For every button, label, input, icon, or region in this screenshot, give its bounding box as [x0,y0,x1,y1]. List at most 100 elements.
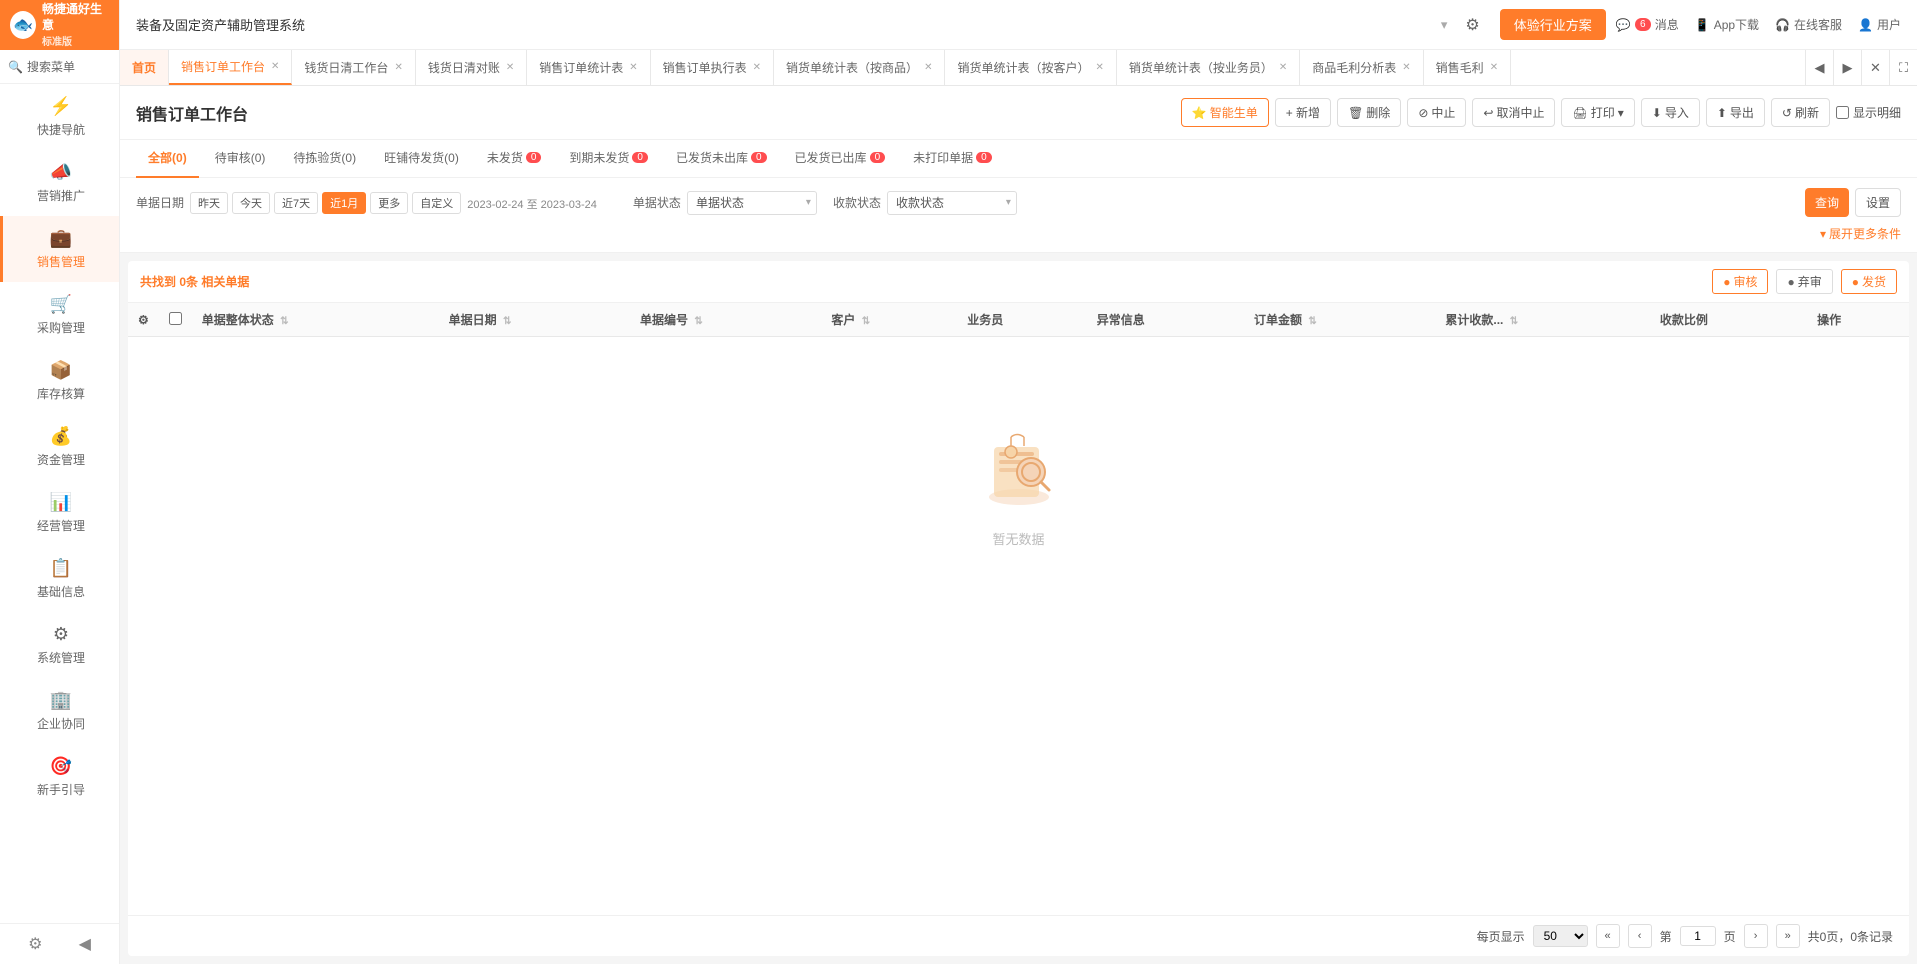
settings-icon[interactable]: ⚙ [28,934,42,954]
date-btn-7days[interactable]: 近7天 [274,192,318,214]
message-button[interactable]: 💬 6 消息 [1616,16,1679,33]
tab-close-icon[interactable]: ✕ [1490,62,1498,73]
export-button[interactable]: ⬆ 导出 [1706,98,1765,127]
tab-cash-daily[interactable]: 钱货日清工作台 ✕ [292,50,415,85]
app-download-button[interactable]: 📱 App下载 [1695,16,1759,33]
sidebar: 🐟 畅捷通好生意 标准版 🔍 搜索菜单 ⚡ 快捷导航 📣 营销推广 💼 销售管理… [0,0,120,964]
new-button[interactable]: + 新增 [1275,98,1331,127]
col-checkbox[interactable] [159,303,192,337]
sub-tab-wangpu-pending[interactable]: 旺铺待发货(0) [372,140,471,178]
page-input[interactable] [1680,926,1716,946]
tab-close-icon[interactable]: ✕ [924,62,932,73]
import-button[interactable]: ⬇ 导入 [1641,98,1700,127]
tab-close-all-button[interactable]: ✕ [1861,50,1889,86]
settings-button[interactable]: 设置 [1855,188,1901,217]
tab-close-icon[interactable]: ✕ [753,62,761,73]
sidebar-item-inventory[interactable]: 📦 库存核算 [0,348,119,414]
next-page-button[interactable]: › [1744,924,1768,948]
industry-solution-button[interactable]: 体验行业方案 [1500,9,1606,40]
first-page-button[interactable]: « [1596,924,1620,948]
col-settings-icon[interactable]: ⚙ [138,313,149,327]
tab-sales-stats-customer[interactable]: 销货单统计表（按客户） ✕ [945,50,1116,85]
payment-select[interactable]: 收款状态 [887,191,1017,215]
tab-sales-stats[interactable]: 销售订单统计表 ✕ [527,50,650,85]
sidebar-item-purchase[interactable]: 🛒 采购管理 [0,282,119,348]
tab-sales-stats-product[interactable]: 销货单统计表（按商品） ✕ [774,50,945,85]
review-button[interactable]: ● 审核 [1712,269,1768,294]
sidebar-item-guide[interactable]: 🎯 新手引导 [0,744,119,810]
sidebar-item-corp[interactable]: 🏢 企业协同 [0,678,119,744]
sub-tab-all[interactable]: 全部(0) [136,140,199,178]
tab-close-icon[interactable]: ✕ [394,62,402,73]
date-btn-more[interactable]: 更多 [370,192,408,214]
tab-close-icon[interactable]: ✕ [629,62,637,73]
tab-product-margin[interactable]: 商品毛利分析表 ✕ [1300,50,1423,85]
tab-next-button[interactable]: ▶ [1833,50,1861,86]
prev-page-button[interactable]: ‹ [1628,924,1652,948]
unreview-button[interactable]: ● 弃审 [1776,269,1832,294]
tab-close-icon[interactable]: ✕ [506,62,514,73]
sub-tab-not-printed[interactable]: 未打印单据0 [901,140,1004,178]
sidebar-item-marketing[interactable]: 📣 营销推广 [0,150,119,216]
sort-icon[interactable]: ⇅ [280,316,288,327]
online-service-button[interactable]: 🎧 在线客服 [1775,16,1842,33]
smart-create-button[interactable]: ⭐ 智能生单 [1181,98,1269,127]
print-button[interactable]: 🖨 打印 ▾ [1561,98,1634,127]
date-btn-today[interactable]: 今天 [232,192,270,214]
date-btn-custom[interactable]: 自定义 [412,192,461,214]
tab-close-icon[interactable]: ✕ [1095,62,1103,73]
sub-tab-pending-inspect[interactable]: 待拣验货(0) [281,140,368,178]
tab-prev-button[interactable]: ◀ [1805,50,1833,86]
sidebar-item-system[interactable]: ⚙ 系统管理 [0,612,119,678]
status-select[interactable]: 单据状态 [687,191,817,215]
page-size-select[interactable]: 50 10 20 100 [1533,925,1588,947]
tab-close-icon[interactable]: ✕ [1279,62,1287,73]
sidebar-item-finance[interactable]: 💰 资金管理 [0,414,119,480]
sub-tab-pending-review[interactable]: 待审核(0) [203,140,278,178]
sidebar-item-quick-nav[interactable]: ⚡ 快捷导航 [0,84,119,150]
base-icon: 📋 [50,558,72,579]
sidebar-search[interactable]: 🔍 搜索菜单 [0,50,119,84]
tab-close-icon[interactable]: ✕ [271,61,279,72]
logo-icon: 🐟 [10,11,36,39]
sidebar-item-operation[interactable]: 📊 经营管理 [0,480,119,546]
sort-icon[interactable]: ⇅ [694,316,702,327]
tab-sales-exec[interactable]: 销售订单执行表 ✕ [651,50,774,85]
ship-button[interactable]: ● 发货 [1841,269,1897,294]
tab-cash-reconcile[interactable]: 钱货日清对账 ✕ [416,50,527,85]
expand-conditions-button[interactable]: ▾ 展开更多条件 [1820,225,1901,242]
tab-sales-gross[interactable]: 销售毛利 ✕ [1424,50,1511,85]
query-button[interactable]: 查询 [1805,188,1849,217]
tab-close-icon[interactable]: ✕ [1402,62,1410,73]
user-button[interactable]: 👤 用户 [1858,16,1901,33]
sub-tab-shipped-warehoused[interactable]: 已发货已出库0 [783,140,898,178]
stop-button[interactable]: ⊘ 中止 [1407,98,1466,127]
sub-tab-not-shipped[interactable]: 未发货0 [475,140,554,178]
date-btn-1month[interactable]: 近1月 [322,192,366,214]
settings-icon[interactable]: ⚙ [1465,15,1479,35]
sidebar-item-sales[interactable]: 💼 销售管理 [0,216,119,282]
col-settings[interactable]: ⚙ [128,303,159,337]
tab-fullscreen-button[interactable]: ⛶ [1889,50,1917,86]
date-btn-yesterday[interactable]: 昨天 [190,192,228,214]
select-all-checkbox[interactable] [169,312,182,325]
refresh-button[interactable]: ↺ 刷新 [1771,98,1830,127]
sidebar-item-base[interactable]: 📋 基础信息 [0,546,119,612]
show-detail-checkbox[interactable]: 显示明细 [1836,104,1901,121]
collapse-icon[interactable]: ◀ [79,934,91,954]
last-page-button[interactable]: » [1776,924,1800,948]
sort-icon[interactable]: ⇅ [503,316,511,327]
cancel-stop-button[interactable]: ↩ 取消中止 [1472,98,1555,127]
tab-sales-stats-staff[interactable]: 销货单统计表（按业务员） ✕ [1117,50,1300,85]
expand-icon: ▾ [1820,227,1826,241]
sub-tab-overdue-not-shipped[interactable]: 到期未发货0 [557,140,660,178]
dropdown-arrow-icon[interactable]: ▾ [1441,17,1448,33]
delete-icon: 🗑 [1348,106,1363,120]
sort-icon[interactable]: ⇅ [862,316,870,327]
sub-tab-shipped-not-warehoused[interactable]: 已发货未出库0 [664,140,779,178]
sort-icon[interactable]: ⇅ [1510,316,1518,327]
sort-icon[interactable]: ⇅ [1308,316,1316,327]
delete-button[interactable]: 🗑 删除 [1337,98,1401,127]
tab-home[interactable]: 首页 [120,50,169,85]
tab-sales-workbench[interactable]: 销售订单工作台 ✕ [169,50,292,85]
